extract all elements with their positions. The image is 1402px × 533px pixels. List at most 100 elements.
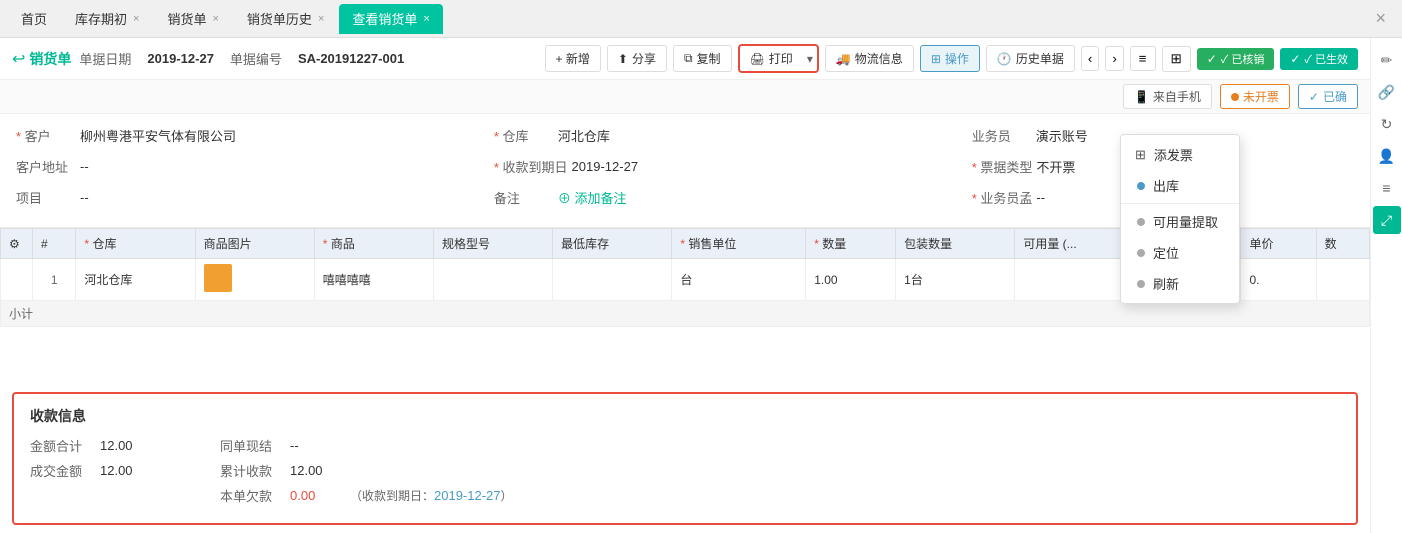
toolbar-actions: + 新增 ⬆ 分享 ⧉ 复制 🖨 打印 ▾ 🚚 物流信息 bbox=[545, 44, 1358, 73]
note-field: 备注 ⊕ 添加备注 bbox=[494, 186, 972, 209]
tab-sales-order[interactable]: 销货单 × bbox=[154, 4, 231, 34]
dropdown-refresh[interactable]: 刷新 bbox=[1121, 268, 1239, 299]
td-more bbox=[1316, 259, 1369, 301]
warehouse-field: 仓库 河北仓库 bbox=[494, 124, 972, 147]
project-value: -- bbox=[76, 188, 93, 207]
total-value: 12.00 bbox=[100, 438, 160, 453]
salesperson-label: 业务员孟 bbox=[972, 188, 1033, 207]
tab-sales-close[interactable]: × bbox=[212, 13, 218, 25]
cancelled-badge: ✓ ✓ 已核销 bbox=[1197, 48, 1275, 70]
tab-view-sales-close[interactable]: × bbox=[423, 13, 429, 25]
dropdown-out-warehouse[interactable]: 出库 bbox=[1121, 170, 1239, 201]
dropdown-add-invoice[interactable]: ⊞ 添发票 bbox=[1121, 139, 1239, 170]
subtotal-row: 小计 bbox=[1, 301, 1370, 327]
share-icon: ⬆ bbox=[618, 52, 628, 66]
tab-history-label: 销货单历史 bbox=[247, 9, 312, 28]
payment-info-panel: 收款信息 金额合计 12.00 成交金额 12.00 同单现结 -- 累计收款 bbox=[12, 392, 1358, 525]
staff-value: 演示账号 bbox=[1032, 124, 1092, 147]
share-button[interactable]: ⬆ 分享 bbox=[607, 45, 667, 72]
td-price: 0. bbox=[1241, 259, 1316, 301]
td-pack: 1台 bbox=[896, 259, 1015, 301]
window-close-button[interactable]: × bbox=[1367, 8, 1394, 29]
blue-dot-icon bbox=[1137, 182, 1145, 190]
th-img: 商品图片 bbox=[195, 229, 314, 259]
transaction-value: 12.00 bbox=[100, 463, 160, 478]
sidebar-edit-icon[interactable]: ✏ bbox=[1373, 46, 1401, 74]
customer-label: 客户 bbox=[16, 126, 76, 145]
check-icon-effective: ✓ bbox=[1290, 52, 1300, 66]
td-qty: 1.00 bbox=[806, 259, 896, 301]
plus-icon: ⊕ bbox=[558, 191, 571, 206]
history-button[interactable]: 🕐 历史单据 bbox=[986, 45, 1075, 72]
td-product: 嘻嘻嘻嘻 bbox=[314, 259, 433, 301]
td-img bbox=[195, 259, 314, 301]
dropdown-locate[interactable]: 定位 bbox=[1121, 237, 1239, 268]
tab-view-sales[interactable]: 查看销货单 × bbox=[339, 4, 442, 34]
grid-view-button[interactable]: ≡ bbox=[1130, 46, 1156, 71]
tab-bar: 首页 库存期初 × 销货单 × 销货单历史 × 查看销货单 × × bbox=[0, 0, 1402, 38]
sidebar-link-icon[interactable]: 🔗 bbox=[1373, 78, 1401, 106]
th-spec: 规格型号 bbox=[433, 229, 552, 259]
date-label: 单据日期 bbox=[79, 49, 131, 68]
th-min-stock: 最低库存 bbox=[553, 229, 672, 259]
check-icon: ✓ bbox=[1309, 90, 1319, 104]
not-open-button[interactable]: 未开票 bbox=[1220, 84, 1290, 109]
td-num: 1 bbox=[33, 259, 76, 301]
tab-inventory-init[interactable]: 库存期初 × bbox=[62, 4, 152, 34]
th-price: 单价 bbox=[1241, 229, 1316, 259]
detail-view-button[interactable]: ⊞ bbox=[1162, 46, 1191, 72]
th-product: 商品 bbox=[314, 229, 433, 259]
payment-date-field: 收款到期日 2019-12-27 bbox=[494, 157, 972, 176]
tab-home[interactable]: 首页 bbox=[8, 4, 60, 34]
dropdown-qty-extract[interactable]: 可用量提取 bbox=[1121, 206, 1239, 237]
sidebar-rotate-icon[interactable]: ↻ bbox=[1373, 110, 1401, 138]
warehouse-label: 仓库 bbox=[494, 126, 554, 145]
new-button[interactable]: + 新增 bbox=[545, 45, 601, 72]
logistics-button[interactable]: 🚚 物流信息 bbox=[825, 45, 914, 72]
sidebar-user-icon[interactable]: 👤 bbox=[1373, 142, 1401, 170]
copy-button[interactable]: ⧉ 复制 bbox=[673, 45, 732, 72]
payment-date-value: 2019-12-27 bbox=[568, 157, 643, 176]
due-date-suffix: ） bbox=[501, 487, 513, 504]
tab-inventory-label: 库存期初 bbox=[75, 9, 127, 28]
th-unit: 销售单位 bbox=[672, 229, 806, 259]
cumulative-value: 12.00 bbox=[290, 463, 350, 478]
th-num: # bbox=[33, 229, 76, 259]
warehouse-value: 河北仓库 bbox=[554, 124, 614, 147]
ticket-type-value: 不开票 bbox=[1032, 155, 1079, 178]
td-warehouse: 河北仓库 bbox=[76, 259, 195, 301]
dropdown-divider bbox=[1121, 203, 1239, 204]
tab-sales-history[interactable]: 销货单历史 × bbox=[234, 4, 337, 34]
tab-history-close[interactable]: × bbox=[318, 13, 324, 25]
num-label: 单据编号 bbox=[230, 49, 282, 68]
tab-inventory-close[interactable]: × bbox=[133, 13, 139, 25]
circle-icon-refresh bbox=[1137, 280, 1145, 288]
ticket-type-label: 票据类型 bbox=[972, 157, 1033, 176]
th-pack: 包装数量 bbox=[896, 229, 1015, 259]
print-icon: 🖨 bbox=[750, 52, 765, 66]
sidebar-list-icon[interactable]: ≡ bbox=[1373, 174, 1401, 202]
print-dropdown-arrow[interactable]: ▾ bbox=[803, 52, 817, 66]
doc-meta: 单据日期 2019-12-27 单据编号 SA-20191227-001 bbox=[79, 49, 404, 68]
tab-sales-label: 销货单 bbox=[167, 9, 206, 28]
arrears-label: 本单欠款 bbox=[220, 486, 290, 505]
history-icon: 🕐 bbox=[997, 52, 1012, 66]
from-phone-button[interactable]: 📱 来自手机 bbox=[1123, 84, 1212, 109]
arrears-value: 0.00 bbox=[290, 488, 350, 503]
sidebar-expand-icon[interactable]: ⤢ bbox=[1373, 206, 1401, 234]
confirm-button[interactable]: ✓ 已确 bbox=[1298, 84, 1358, 109]
toolbar-second: 📱 来自手机 未开票 ✓ 已确 bbox=[0, 80, 1370, 114]
check-icon-cancel: ✓ bbox=[1207, 52, 1217, 66]
customer-field: 客户 柳州粤港平安气体有限公司 bbox=[16, 124, 494, 147]
add-note-btn[interactable]: ⊕ 添加备注 bbox=[554, 186, 631, 209]
next-button[interactable]: › bbox=[1105, 46, 1123, 71]
operations-button[interactable]: ⊞ 操作 bbox=[920, 45, 980, 72]
toolbar-top: ↩ 销货单 单据日期 2019-12-27 单据编号 SA-20191227-0… bbox=[0, 38, 1370, 80]
tab-view-sales-label: 查看销货单 bbox=[352, 9, 417, 28]
print-button[interactable]: 🖨 打印 bbox=[740, 46, 803, 71]
salesperson-value: -- bbox=[1032, 188, 1049, 207]
same-order-label: 同单现结 bbox=[220, 436, 290, 455]
prev-button[interactable]: ‹ bbox=[1081, 46, 1099, 71]
same-order-value: -- bbox=[290, 438, 350, 453]
project-field: 项目 -- bbox=[16, 188, 494, 207]
